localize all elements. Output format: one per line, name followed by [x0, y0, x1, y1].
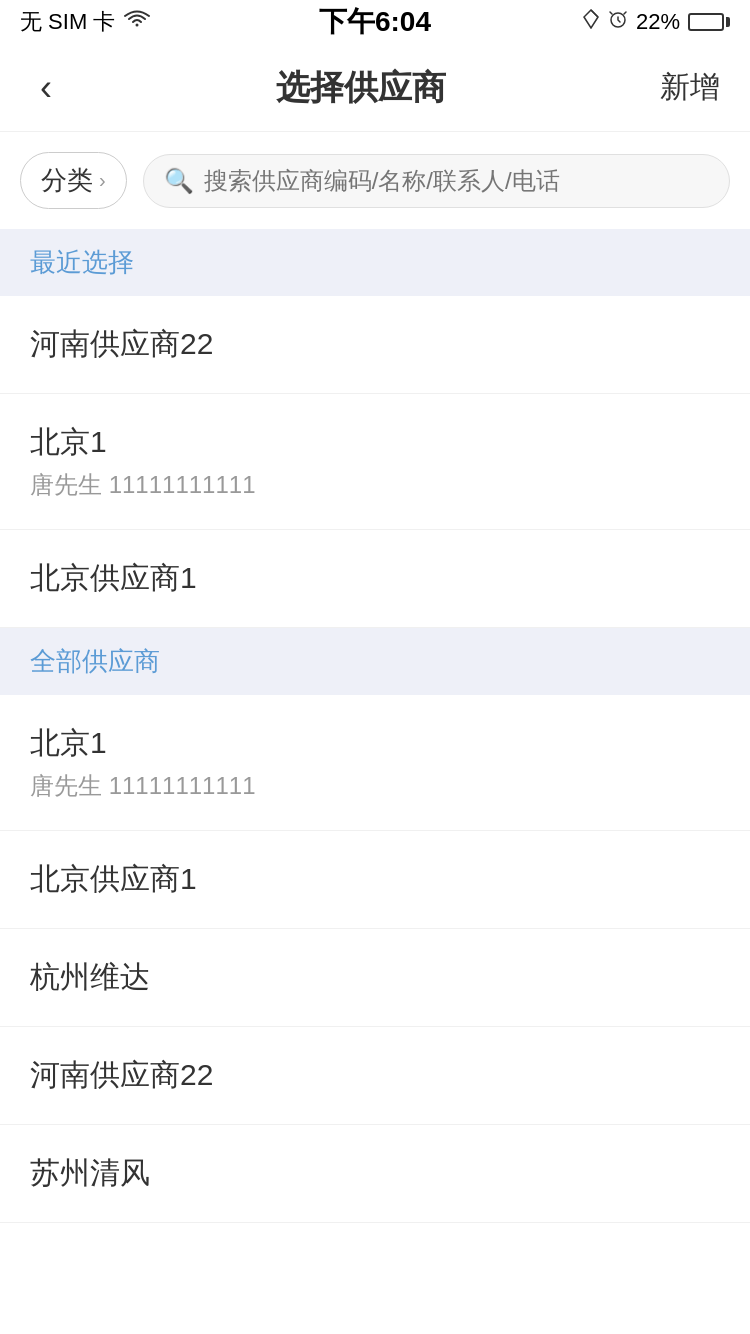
- item-name: 河南供应商22: [30, 1055, 720, 1096]
- wifi-icon: [123, 9, 151, 35]
- list-item[interactable]: 北京1 唐先生 11111111111: [0, 394, 750, 530]
- page-title: 选择供应商: [276, 65, 446, 111]
- battery-icon: [688, 13, 730, 31]
- alarm-icon: [608, 9, 628, 35]
- item-name: 北京1: [30, 422, 720, 463]
- all-section-header: 全部供应商: [0, 628, 750, 695]
- list-item[interactable]: 河南供应商22: [0, 296, 750, 394]
- chevron-right-icon: ›: [99, 169, 106, 192]
- list-item[interactable]: 杭州维达: [0, 929, 750, 1027]
- recent-items-list: 河南供应商22 北京1 唐先生 11111111111 北京供应商1: [0, 296, 750, 628]
- status-bar: 无 SIM 卡 下午6:04: [0, 0, 750, 44]
- list-item[interactable]: 北京供应商1: [0, 831, 750, 929]
- status-right: 22%: [582, 9, 730, 35]
- search-icon: 🔍: [164, 167, 194, 195]
- battery-percent: 22%: [636, 9, 680, 35]
- search-input[interactable]: [204, 167, 709, 195]
- list-item[interactable]: 北京1 唐先生 11111111111: [0, 695, 750, 831]
- list-item[interactable]: 北京供应商1: [0, 530, 750, 628]
- item-name: 北京供应商1: [30, 859, 720, 900]
- item-sub: 唐先生 11111111111: [30, 770, 720, 802]
- category-button[interactable]: 分类 ›: [20, 152, 127, 209]
- search-box[interactable]: 🔍: [143, 154, 730, 208]
- list-item[interactable]: 河南供应商22: [0, 1027, 750, 1125]
- add-button[interactable]: 新增: [660, 67, 720, 108]
- location-icon: [582, 9, 600, 35]
- category-label: 分类: [41, 163, 93, 198]
- item-name: 北京供应商1: [30, 558, 720, 599]
- back-button[interactable]: ‹: [30, 57, 62, 119]
- status-left: 无 SIM 卡: [20, 7, 151, 37]
- item-name: 苏州清风: [30, 1153, 720, 1194]
- item-sub: 唐先生 11111111111: [30, 469, 720, 501]
- item-name: 杭州维达: [30, 957, 720, 998]
- carrier-label: 无 SIM 卡: [20, 7, 115, 37]
- recent-section-header: 最近选择: [0, 229, 750, 296]
- list-item[interactable]: 苏州清风: [0, 1125, 750, 1223]
- all-items-list: 北京1 唐先生 11111111111 北京供应商1 杭州维达 河南供应商22 …: [0, 695, 750, 1223]
- item-name: 河南供应商22: [30, 324, 720, 365]
- status-time: 下午6:04: [319, 3, 431, 41]
- filter-bar: 分类 › 🔍: [0, 132, 750, 229]
- nav-bar: ‹ 选择供应商 新增: [0, 44, 750, 132]
- item-name: 北京1: [30, 723, 720, 764]
